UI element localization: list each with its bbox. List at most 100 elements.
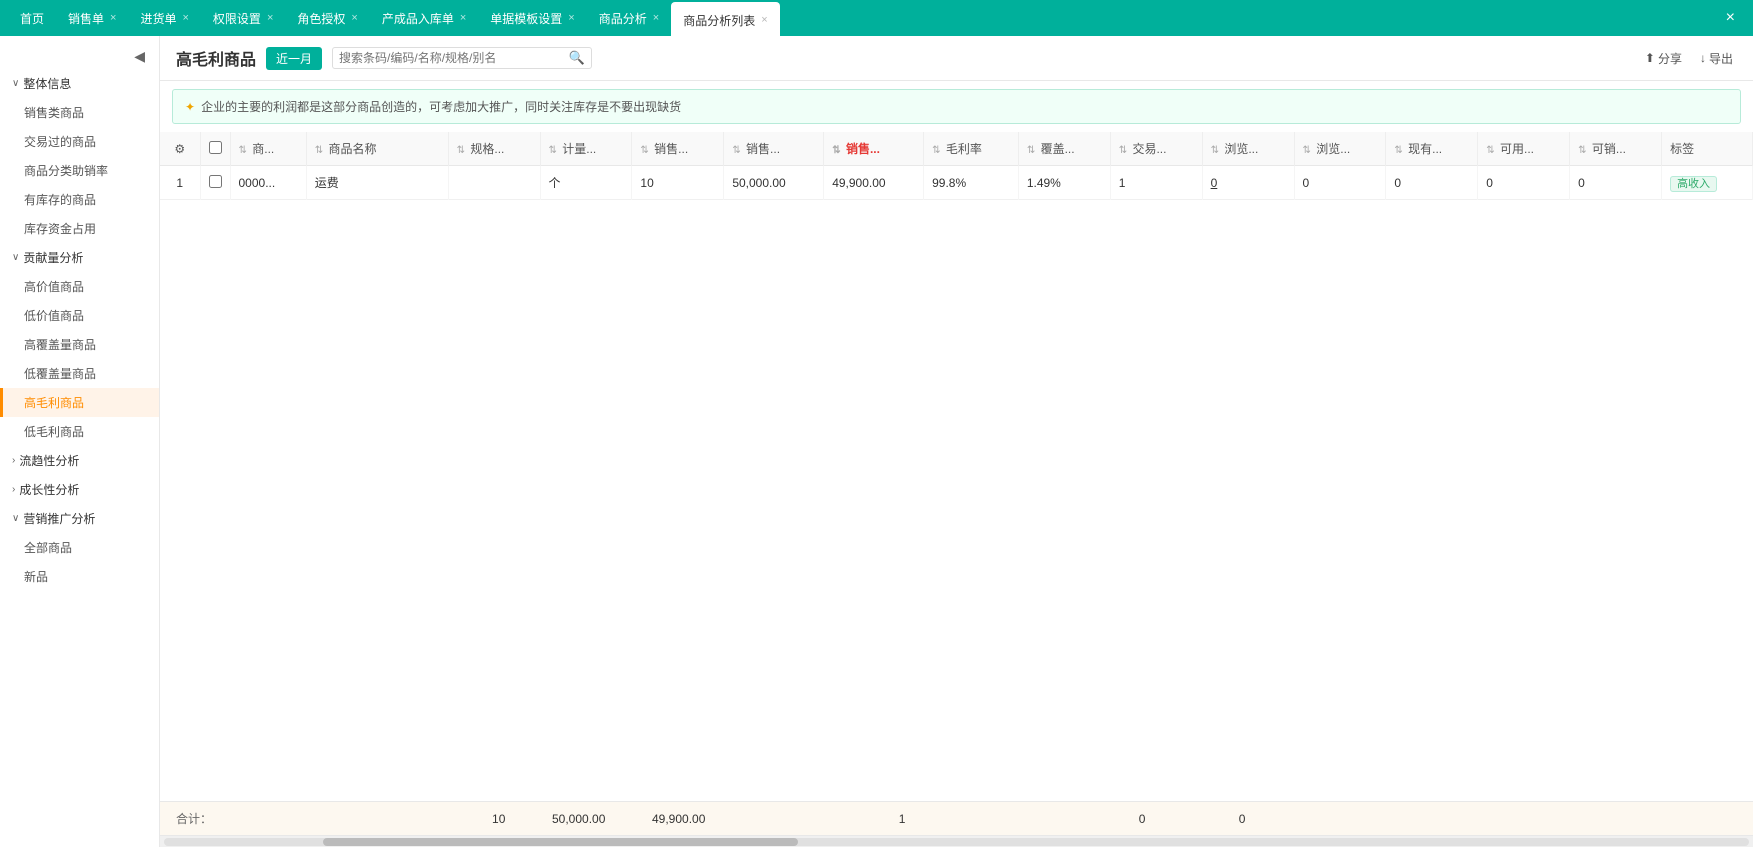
- cell-sales3: 49,900.00: [824, 166, 924, 200]
- cell-gross-rate: 99.8%: [924, 166, 1019, 200]
- nav-sales-order[interactable]: 销售单 ×: [56, 0, 128, 36]
- col-current: ⇅ 现有...: [1386, 132, 1478, 166]
- expand-icon: ›: [12, 455, 15, 466]
- cell-tag: 高收入: [1662, 166, 1753, 200]
- tip-icon: ✦: [185, 100, 195, 114]
- sidebar-item-stock-capital[interactable]: 库存资金占用: [0, 214, 159, 243]
- sidebar-group-contribution[interactable]: ∨ 贡献量分析: [0, 243, 159, 272]
- cell-sales1: 10: [632, 166, 724, 200]
- sidebar-group-trend[interactable]: › 流趋性分析: [0, 446, 159, 475]
- sidebar-item-high-value[interactable]: 高价值商品: [0, 272, 159, 301]
- search-icon[interactable]: 🔍: [569, 50, 585, 66]
- close-icon[interactable]: ×: [267, 12, 273, 24]
- cell-current: 0: [1386, 166, 1478, 200]
- product-table: ⚙ ⇅ 商... ⇅ 商品名称: [160, 132, 1753, 200]
- search-input[interactable]: [339, 51, 569, 65]
- horizontal-scrollbar[interactable]: [160, 835, 1753, 847]
- col-spec: ⇅ 规格...: [448, 132, 540, 166]
- sidebar-group-overall[interactable]: ∨ 整体信息: [0, 69, 159, 98]
- window-close-button[interactable]: ×: [1716, 9, 1745, 27]
- cell-available: 0: [1478, 166, 1570, 200]
- close-icon[interactable]: ×: [182, 12, 188, 24]
- nav-permissions[interactable]: 权限设置 ×: [201, 0, 285, 36]
- col-available: ⇅ 可用...: [1478, 132, 1570, 166]
- settings-icon[interactable]: ⚙: [174, 142, 185, 156]
- nav-product-storage[interactable]: 产成品入库单 ×: [370, 0, 478, 36]
- sidebar-item-sales-products[interactable]: 销售类商品: [0, 98, 159, 127]
- nav-purchase-order[interactable]: 进货单 ×: [128, 0, 200, 36]
- sort-icon: ⇅: [1303, 145, 1311, 156]
- expand-icon: ∨: [12, 513, 19, 524]
- sort-icon: ⇅: [1394, 145, 1402, 156]
- sidebar-item-high-coverage[interactable]: 高覆盖量商品: [0, 330, 159, 359]
- col-sales1: ⇅ 销售...: [632, 132, 724, 166]
- header-actions: ⬆ 分享 ↓ 导出: [1641, 48, 1737, 69]
- col-unit: ⇅ 计量...: [540, 132, 632, 166]
- row-checkbox[interactable]: [209, 175, 222, 188]
- sort-icon: ⇅: [457, 145, 465, 156]
- table-row: 1 0000... 运费: [160, 166, 1753, 200]
- share-icon: ⬆: [1645, 51, 1655, 65]
- cell-name: 运费: [306, 166, 448, 200]
- sidebar-item-traded-products[interactable]: 交易过的商品: [0, 127, 159, 156]
- footer-transaction: 1: [825, 812, 905, 826]
- cell-coverage: 1.49%: [1018, 166, 1110, 200]
- footer-label: 合计：: [176, 810, 212, 827]
- nav-product-analysis[interactable]: 商品分析 ×: [587, 0, 671, 36]
- sort-icon: ⇅: [1486, 145, 1494, 156]
- export-button[interactable]: ↓ 导出: [1696, 48, 1737, 69]
- col-transaction: ⇅ 交易...: [1110, 132, 1202, 166]
- col-coverage: ⇅ 覆盖...: [1018, 132, 1110, 166]
- nav-product-analysis-list[interactable]: 商品分析列表 ×: [671, 2, 779, 38]
- share-button[interactable]: ⬆ 分享: [1641, 48, 1686, 69]
- footer-sales3: 49,900.00: [625, 812, 705, 826]
- sidebar-item-category-assist[interactable]: 商品分类助销率: [0, 156, 159, 185]
- col-tag: 标签: [1662, 132, 1753, 166]
- sidebar-group-marketing[interactable]: ∨ 营销推广分析: [0, 504, 159, 533]
- expand-icon: ›: [12, 484, 15, 495]
- nav-role-auth[interactable]: 角色授权 ×: [285, 0, 369, 36]
- table-container[interactable]: ⚙ ⇅ 商... ⇅ 商品名称: [160, 132, 1753, 801]
- sidebar-item-low-margin[interactable]: 低毛利商品: [0, 417, 159, 446]
- sidebar-item-high-margin[interactable]: 高毛利商品: [0, 388, 159, 417]
- filter-recent-month-button[interactable]: 近一月: [266, 47, 322, 70]
- sidebar-item-low-coverage[interactable]: 低覆盖量商品: [0, 359, 159, 388]
- sort-icon: ⇅: [832, 145, 840, 156]
- sidebar-item-all-products[interactable]: 全部商品: [0, 533, 159, 562]
- cell-transaction: 1: [1110, 166, 1202, 200]
- nav-template-settings[interactable]: 单据模板设置 ×: [478, 0, 586, 36]
- content-header: 高毛利商品 近一月 🔍 ⬆ 分享 ↓ 导出: [160, 36, 1753, 81]
- info-banner: ✦ 企业的主要的利润都是这部分商品创造的，可考虑加大推广，同时关注库存是不要出现…: [172, 89, 1741, 124]
- col-code: ⇅ 商...: [230, 132, 306, 166]
- export-icon: ↓: [1700, 51, 1706, 65]
- sidebar-item-new-products[interactable]: 新品: [0, 562, 159, 591]
- cell-checkbox: [200, 166, 230, 200]
- sidebar-item-in-stock[interactable]: 有库存的商品: [0, 185, 159, 214]
- sort-icon: ⇅: [1211, 145, 1219, 156]
- close-icon[interactable]: ×: [460, 12, 466, 24]
- close-icon[interactable]: ×: [110, 12, 116, 24]
- col-seq: ⚙: [160, 132, 200, 166]
- nav-home[interactable]: 首页: [8, 0, 56, 36]
- sidebar-group-growth[interactable]: › 成长性分析: [0, 475, 159, 504]
- close-icon[interactable]: ×: [653, 12, 659, 24]
- close-icon[interactable]: ×: [351, 12, 357, 24]
- col-browse2: ⇅ 浏览...: [1294, 132, 1386, 166]
- sort-icon: ⇅: [1027, 145, 1035, 156]
- col-browse1: ⇅ 浏览...: [1202, 132, 1294, 166]
- close-icon[interactable]: ×: [568, 12, 574, 24]
- col-sales3: ⇅ 销售...: [824, 132, 924, 166]
- close-icon[interactable]: ×: [761, 14, 767, 26]
- scrollbar-thumb[interactable]: [323, 838, 799, 846]
- tag-badge: 高收入: [1670, 176, 1717, 192]
- sidebar-toggle-button[interactable]: ◀: [128, 48, 151, 65]
- col-name: ⇅ 商品名称: [306, 132, 448, 166]
- sort-icon: ⇅: [932, 145, 940, 156]
- select-all-checkbox[interactable]: [209, 141, 222, 154]
- footer-sales2: 50,000.00: [525, 812, 605, 826]
- sort-icon: ⇅: [732, 145, 740, 156]
- table-footer: 合计： 10 50,000.00 49,900.00 1 0 0: [160, 801, 1753, 835]
- scrollbar-track: [164, 838, 1749, 846]
- cell-unit: 个: [540, 166, 632, 200]
- sidebar-item-low-value[interactable]: 低价值商品: [0, 301, 159, 330]
